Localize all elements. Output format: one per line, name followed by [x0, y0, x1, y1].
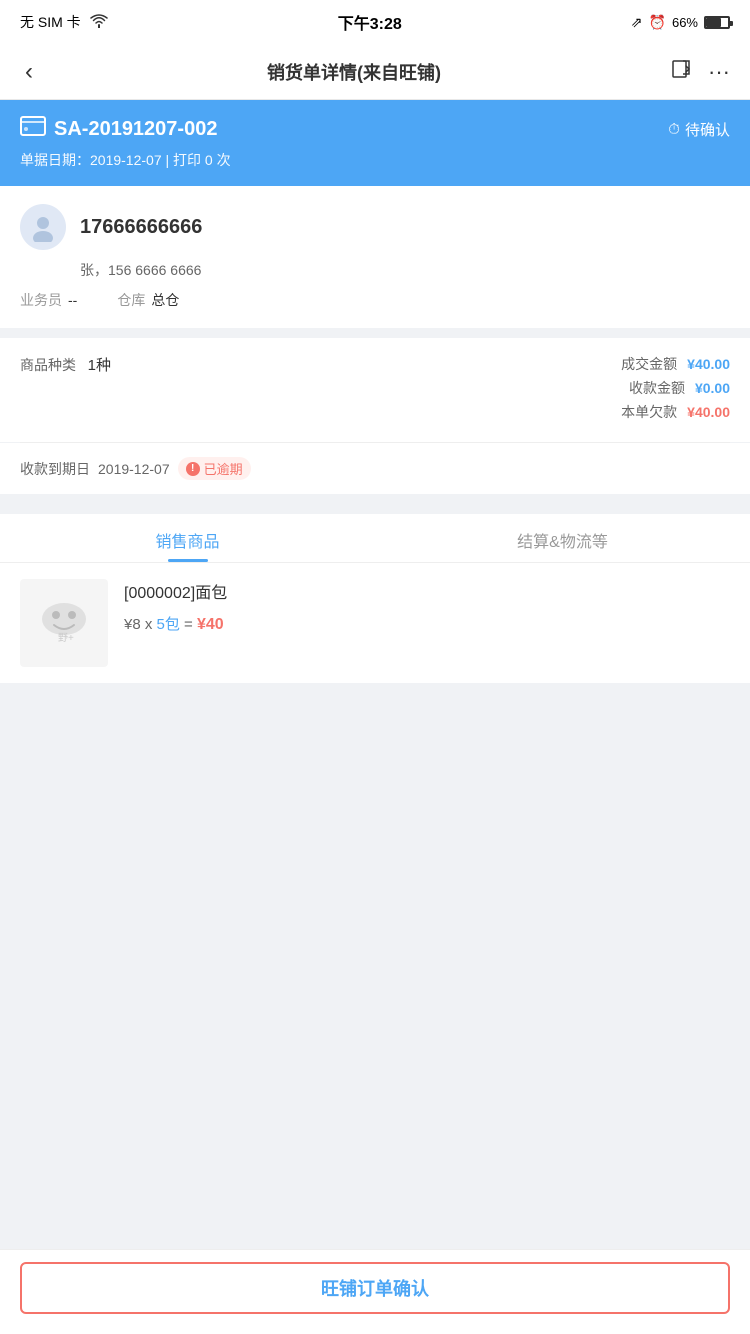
nav-actions: ··· [670, 58, 730, 86]
product-image: 野+ [20, 579, 108, 667]
location-icon: ⇗ [631, 14, 643, 31]
status-time: 下午3:28 [338, 10, 402, 34]
due-label: 收款到期日 [20, 459, 90, 479]
page-title: 销货单详情(来自旺铺) [267, 59, 441, 85]
amounts: 成交金额 ¥40.00 收款金额 ¥0.00 本单欠款 ¥40.00 [621, 354, 730, 426]
warehouse-value: 总仓 [151, 290, 179, 310]
received-value: ¥0.00 [695, 380, 730, 396]
section-divider-1 [0, 328, 750, 338]
customer-avatar [20, 204, 66, 250]
svg-text:野+: 野+ [58, 632, 74, 642]
order-status: ⏱ 待确认 [668, 119, 730, 140]
customer-phone: 17666666666 [80, 216, 202, 239]
due-date: 2019-12-07 [98, 461, 170, 477]
overdue-text: 已逾期 [204, 459, 243, 478]
share-button[interactable] [670, 58, 692, 86]
due-section: 收款到期日 2019-12-07 ! 已逾期 [0, 443, 750, 494]
back-button[interactable]: ‹ [20, 53, 38, 91]
battery-icon [704, 16, 730, 29]
product-logo: 野+ [34, 597, 94, 650]
amount-label: 成交金额 [621, 354, 677, 374]
sales-label: 业务员 [20, 290, 62, 310]
amount-value: ¥40.00 [687, 356, 730, 372]
confirm-order-button[interactable]: 旺铺订单确认 [20, 1262, 730, 1314]
alarm-icon: ⏰ [649, 14, 666, 31]
bottom-bar: 旺铺订单确认 [0, 1249, 750, 1334]
amount-row: 成交金额 ¥40.00 [621, 354, 730, 374]
order-icon [20, 116, 46, 142]
product-type-value: 1种 [88, 357, 111, 374]
customer-name: 张，156 6666 6666 [20, 260, 730, 280]
price-base: ¥8 x [124, 616, 157, 633]
overdue-icon: ! [186, 462, 200, 476]
status-left: 无 SIM 卡 [20, 12, 109, 32]
debt-label: 本单欠款 [621, 402, 677, 422]
price-equals: = [180, 616, 197, 633]
order-header: SA-20191207-002 ⏱ 待确认 单据日期：2019-12-07 | … [0, 100, 750, 186]
product-price-line: ¥8 x 5包 = ¥40 [124, 613, 730, 634]
debt-value: ¥40.00 [687, 404, 730, 420]
section-divider-2 [0, 494, 750, 504]
order-id: SA-20191207-002 [20, 116, 217, 142]
carrier-text: 无 SIM 卡 [20, 12, 81, 32]
summary-section: 商品种类 1种 成交金额 ¥40.00 收款金额 ¥0.00 本单欠款 ¥40.… [0, 338, 750, 442]
nav-bar: ‹ 销货单详情(来自旺铺) ··· [0, 44, 750, 100]
customer-section: 17666666666 张，156 6666 6666 业务员 -- 仓库 总仓 [0, 186, 750, 328]
warehouse-label: 仓库 [117, 290, 145, 310]
product-item: 野+ [0000002]面包 ¥8 x 5包 = ¥40 [0, 563, 750, 683]
status-clock-icon: ⏱ [668, 121, 680, 138]
product-type: 商品种类 1种 [20, 354, 111, 375]
price-total: ¥40 [197, 616, 224, 633]
status-bar: 无 SIM 卡 下午3:28 ⇗ ⏰ 66% [0, 0, 750, 44]
product-type-label: 商品种类 [20, 357, 76, 373]
customer-meta: 业务员 -- 仓库 总仓 [20, 290, 730, 310]
warehouse-meta: 仓库 总仓 [117, 290, 179, 310]
overdue-badge: ! 已逾期 [178, 457, 251, 480]
more-button[interactable]: ··· [708, 59, 730, 85]
tab-settlement-logistics[interactable]: 结算&物流等 [375, 514, 750, 562]
tabs: 销售商品 结算&物流等 [0, 514, 750, 563]
battery-text: 66% [672, 15, 698, 30]
product-code: [0000002] [124, 585, 195, 602]
price-qty: 5包 [157, 616, 180, 633]
tab-sales-products[interactable]: 销售商品 [0, 514, 375, 562]
debt-row: 本单欠款 ¥40.00 [621, 402, 730, 422]
status-right: ⇗ ⏰ 66% [631, 14, 730, 31]
received-row: 收款金额 ¥0.00 [621, 378, 730, 398]
sales-meta: 业务员 -- [20, 290, 77, 310]
order-date: 单据日期：2019-12-07 | 打印 0 次 [20, 150, 730, 170]
product-name: [0000002]面包 [124, 579, 730, 603]
product-title: 面包 [195, 585, 227, 602]
sales-value: -- [68, 292, 77, 308]
empty-content-area [0, 683, 750, 943]
product-info: [0000002]面包 ¥8 x 5包 = ¥40 [124, 579, 730, 634]
wifi-icon [89, 14, 109, 31]
received-label: 收款金额 [629, 378, 685, 398]
